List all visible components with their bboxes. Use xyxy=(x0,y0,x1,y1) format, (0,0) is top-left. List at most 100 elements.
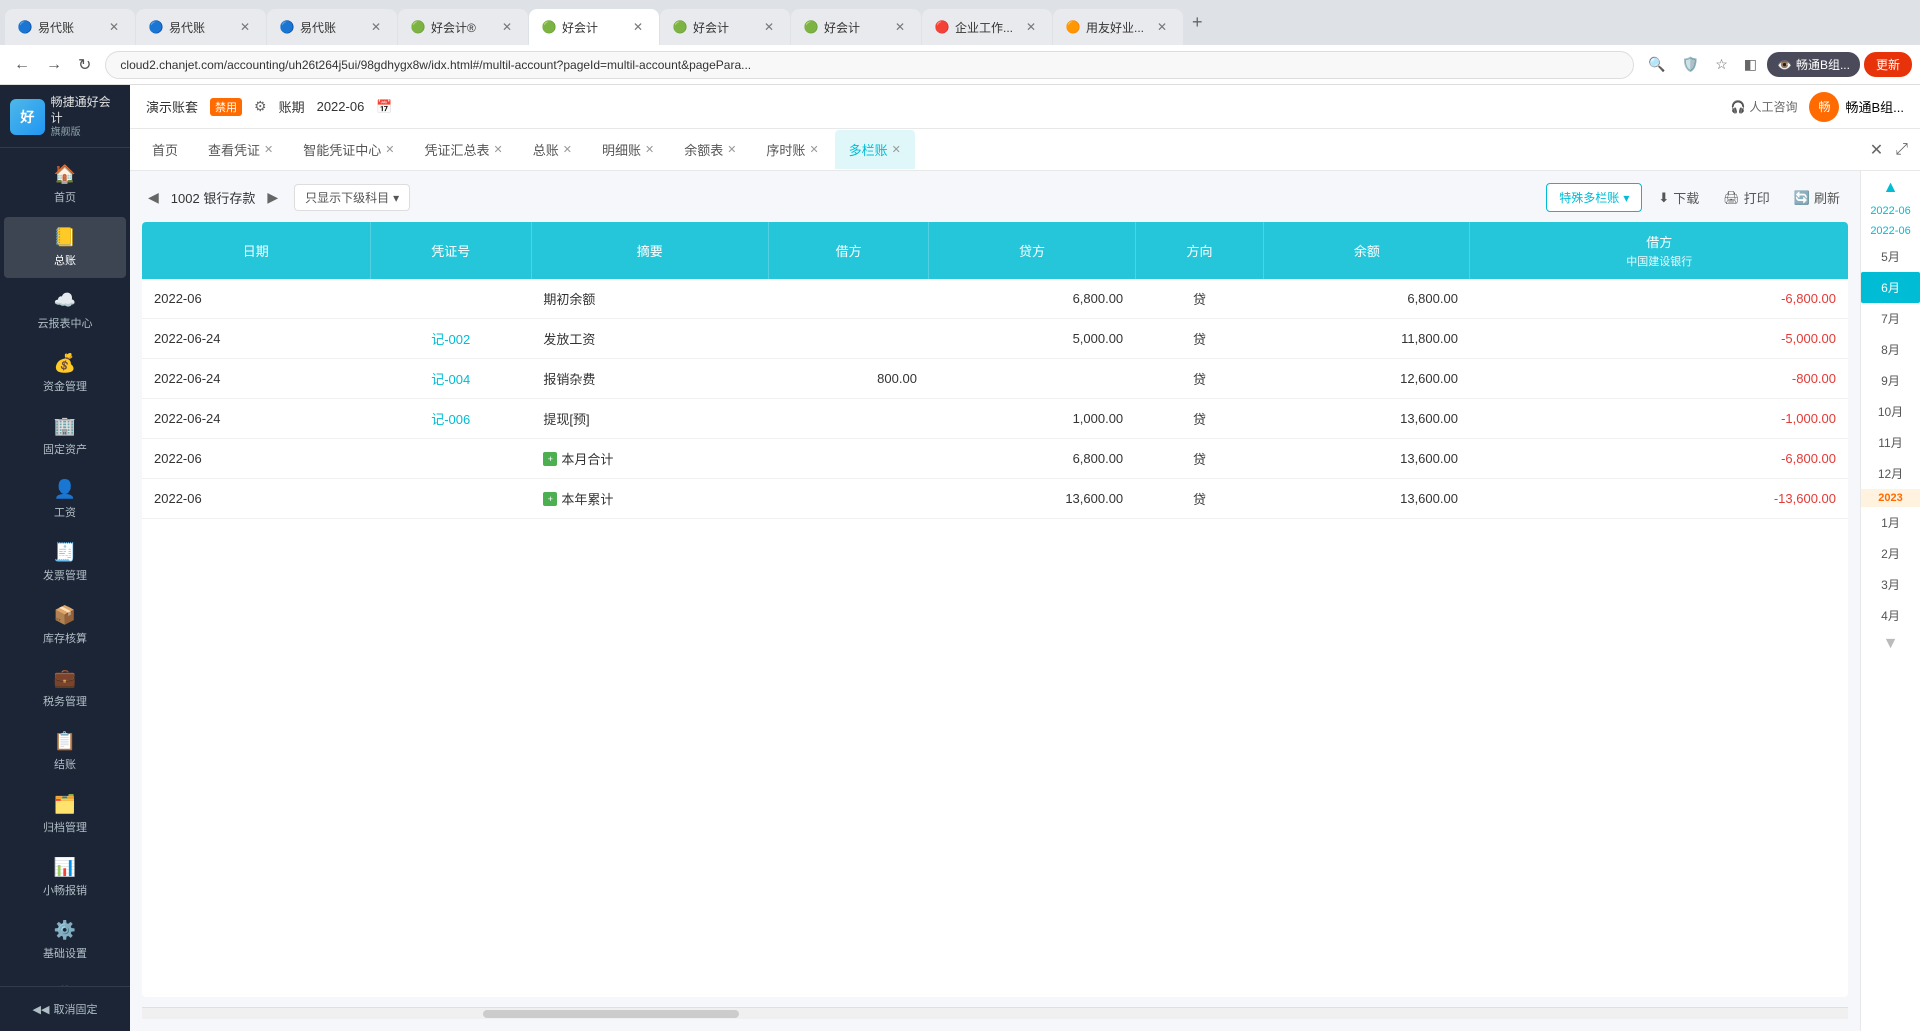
month-6[interactable]: 6月 xyxy=(1861,272,1920,303)
browser-tab-4[interactable]: 🟢 好会计 ✕ xyxy=(529,9,659,45)
account-prev-button[interactable]: ◀ xyxy=(142,187,165,208)
url-input[interactable] xyxy=(105,51,1634,79)
tab-label-4: 好会计 xyxy=(562,19,624,36)
update-button[interactable]: 更新 xyxy=(1864,52,1912,77)
tab-close-2[interactable]: ✕ xyxy=(367,18,385,36)
month-down-button[interactable]: ▼ xyxy=(1879,631,1903,657)
browser-tab-2[interactable]: 🔵 易代账 ✕ xyxy=(267,9,397,45)
month-5[interactable]: 5月 xyxy=(1861,241,1920,272)
sidebar-item-库存核算[interactable]: 📦 库存核算 xyxy=(4,595,126,656)
app-tab-8[interactable]: 多栏账✕ xyxy=(835,130,915,169)
special-multicolumn-button[interactable]: 特殊多栏账 ▾ xyxy=(1546,183,1642,212)
browser-tab-7[interactable]: 🔴 企业工作... ✕ xyxy=(922,9,1052,45)
month-12[interactable]: 12月 xyxy=(1861,458,1920,489)
sidebar-item-固定资产[interactable]: 🏢 固定资产 xyxy=(4,406,126,467)
sidebar-item-归档管理[interactable]: 🗂️ 归档管理 xyxy=(4,784,126,845)
month-8[interactable]: 8月 xyxy=(1861,334,1920,365)
sidebar-item-结账[interactable]: 📋 结账 xyxy=(4,721,126,782)
cell-direction: 贷 xyxy=(1135,439,1264,479)
table-row: 2022-06-24 记-002 发放工资 5,000.00 贷 11,800.… xyxy=(142,319,1848,359)
app-tab-close-3[interactable]: ✕ xyxy=(494,143,503,156)
browser-tab-5[interactable]: 🟢 好会计 ✕ xyxy=(660,9,790,45)
app-tab-close-1[interactable]: ✕ xyxy=(264,143,273,156)
sidebar-item-资金管理[interactable]: 💰 资金管理 xyxy=(4,343,126,404)
browser-tab-6[interactable]: 🟢 好会计 ✕ xyxy=(791,9,921,45)
sidebar-item-总账[interactable]: 📒 总账 xyxy=(4,217,126,278)
browser-tab-8[interactable]: 🟠 用友好业... ✕ xyxy=(1053,9,1183,45)
nav-label-6: 发票管理 xyxy=(43,567,87,583)
tab-close-7[interactable]: ✕ xyxy=(1022,18,1040,36)
tab-close-5[interactable]: ✕ xyxy=(760,18,778,36)
app-tab-close-5[interactable]: ✕ xyxy=(645,143,654,156)
tab-close-0[interactable]: ✕ xyxy=(105,18,123,36)
sidebar-item-云报表中心[interactable]: ☁️ 云报表中心 xyxy=(4,280,126,341)
close-panel-button[interactable]: ✕ xyxy=(1866,136,1887,164)
refresh-button[interactable]: 🔄 刷新 xyxy=(1786,184,1848,211)
nav-icon-6: 🧾 xyxy=(54,542,76,563)
app-tab-7[interactable]: 序时账✕ xyxy=(752,130,832,169)
app-tab-close-7[interactable]: ✕ xyxy=(809,143,818,156)
sidebar-icon[interactable]: ◧ xyxy=(1738,52,1763,77)
sidebar-item-税务管理[interactable]: 💼 税务管理 xyxy=(4,658,126,719)
expand-panel-button[interactable]: ⤢ xyxy=(1891,136,1912,164)
star-icon[interactable]: ☆ xyxy=(1709,52,1734,77)
app-tab-close-8[interactable]: ✕ xyxy=(892,143,901,156)
app-tab-close-2[interactable]: ✕ xyxy=(385,143,394,156)
forward-button[interactable]: → xyxy=(40,51,68,79)
month-2023-4[interactable]: 4月 xyxy=(1861,600,1920,631)
month-10[interactable]: 10月 xyxy=(1861,396,1920,427)
browser-tab-0[interactable]: 🔵 易代账 ✕ xyxy=(5,9,135,45)
month-11[interactable]: 11月 xyxy=(1861,427,1920,458)
browser-tab-3[interactable]: 🟢 好会计® ✕ xyxy=(398,9,528,45)
horizontal-scrollbar[interactable] xyxy=(142,1007,1848,1019)
scroll-thumb[interactable] xyxy=(483,1010,739,1018)
search-icon[interactable]: 🔍 xyxy=(1642,52,1671,77)
app-tab-1[interactable]: 查看凭证✕ xyxy=(194,130,287,169)
tab-close-6[interactable]: ✕ xyxy=(891,18,909,36)
sidebar-item-工资[interactable]: 👤 工资 xyxy=(4,469,126,530)
customer-service-button[interactable]: 🎧 人工咨询 xyxy=(1731,98,1798,115)
app-tab-2[interactable]: 智能凭证中心✕ xyxy=(289,130,408,169)
voucher-link[interactable]: 记-004 xyxy=(370,359,531,399)
app-tab-6[interactable]: 余额表✕ xyxy=(670,130,750,169)
month-2023-1[interactable]: 1月 xyxy=(1861,507,1920,538)
sidebar-item-基础设置[interactable]: ⚙️ 基础设置 xyxy=(4,910,126,971)
download-button[interactable]: ⬇ 下载 xyxy=(1650,184,1707,211)
account-next-button[interactable]: ▶ xyxy=(261,187,284,208)
print-button[interactable]: 🖨 打印 xyxy=(1715,184,1778,211)
calendar-icon[interactable]: 📅 xyxy=(376,99,392,115)
voucher-cell xyxy=(370,439,531,479)
month-up-button[interactable]: ▲ xyxy=(1879,175,1903,201)
stealth-mode-button[interactable]: 👁️ 畅通B组... xyxy=(1767,52,1860,77)
voucher-link[interactable]: 记-002 xyxy=(370,319,531,359)
unpin-button[interactable]: ◀◀ 取消固定 xyxy=(4,995,126,1023)
browser-tab-1[interactable]: 🔵 易代账 ✕ xyxy=(136,9,266,45)
tab-close-8[interactable]: ✕ xyxy=(1153,18,1171,36)
app-tab-5[interactable]: 明细账✕ xyxy=(588,130,668,169)
cell-debit xyxy=(768,279,929,319)
sidebar-item-发票管理[interactable]: 🧾 发票管理 xyxy=(4,532,126,593)
shield-icon[interactable]: 🛡️ xyxy=(1676,52,1705,77)
month-7[interactable]: 7月 xyxy=(1861,303,1920,334)
voucher-link[interactable]: 记-006 xyxy=(370,399,531,439)
back-button[interactable]: ← xyxy=(8,51,36,79)
new-tab-button[interactable]: + xyxy=(1184,12,1211,33)
tab-close-4[interactable]: ✕ xyxy=(629,18,647,36)
month-2023-3[interactable]: 3月 xyxy=(1861,569,1920,600)
sidebar-item-新手引导[interactable]: 📖 新手引导 xyxy=(4,973,126,986)
sidebar-item-首页[interactable]: 🏠 首页 xyxy=(4,154,126,215)
sidebar-item-小畅报销[interactable]: 📊 小畅报销 xyxy=(4,847,126,908)
month-9[interactable]: 9月 xyxy=(1861,365,1920,396)
app-tab-4[interactable]: 总账✕ xyxy=(519,130,586,169)
filter-dropdown[interactable]: 只显示下级科目 ▾ xyxy=(294,184,410,211)
user-info[interactable]: 畅 畅通B组... xyxy=(1809,92,1904,122)
app-tab-0[interactable]: 首页 xyxy=(138,130,192,169)
settings-icon[interactable]: ⚙ xyxy=(254,98,267,115)
month-2023-2[interactable]: 2月 xyxy=(1861,538,1920,569)
tab-close-3[interactable]: ✕ xyxy=(498,18,516,36)
reload-button[interactable]: ↻ xyxy=(72,51,97,79)
app-tab-close-6[interactable]: ✕ xyxy=(727,143,736,156)
app-tab-close-4[interactable]: ✕ xyxy=(563,143,572,156)
tab-close-1[interactable]: ✕ xyxy=(236,18,254,36)
app-tab-3[interactable]: 凭证汇总表✕ xyxy=(410,130,516,169)
